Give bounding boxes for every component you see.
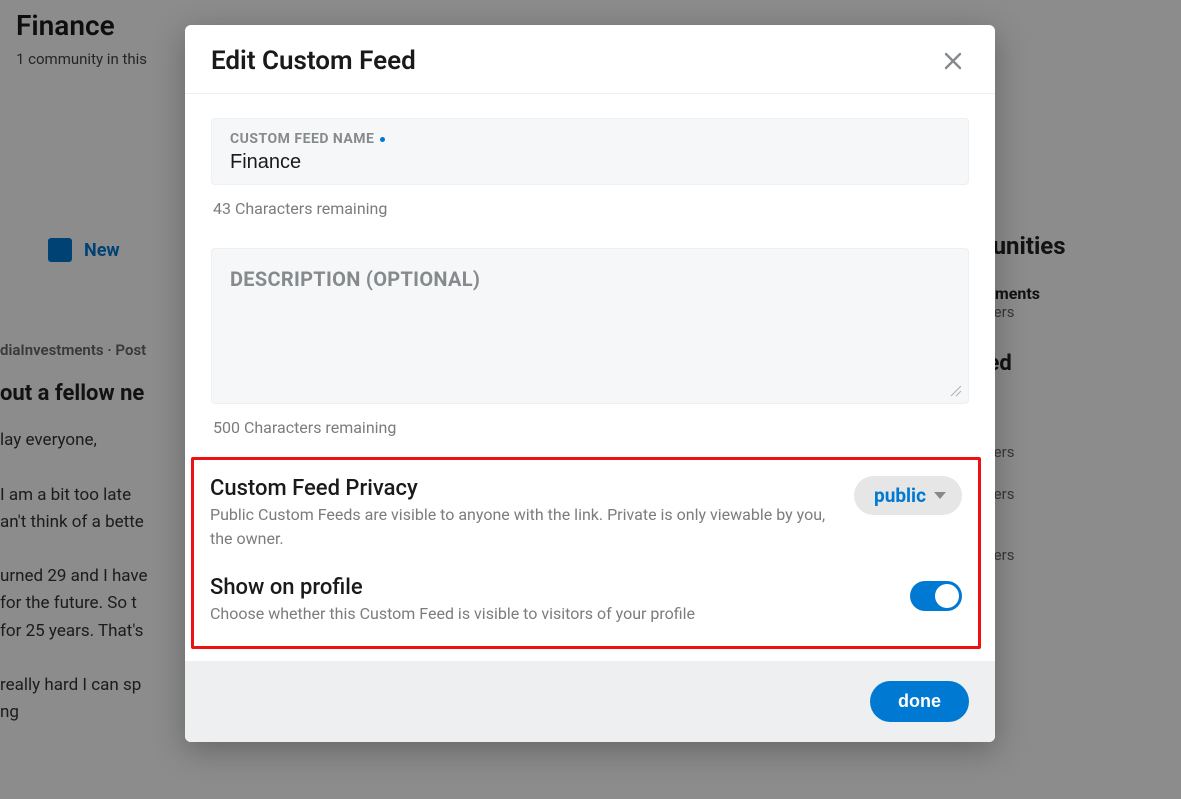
show-on-profile-toggle[interactable] [910, 581, 962, 611]
modal-header: Edit Custom Feed [185, 25, 995, 94]
resize-handle-icon [948, 383, 962, 397]
feed-name-input[interactable] [230, 147, 950, 174]
done-button[interactable]: done [870, 681, 969, 722]
modal-title: Edit Custom Feed [211, 46, 416, 76]
profile-desc: Choose whether this Custom Feed is visib… [210, 602, 886, 626]
privacy-dropdown[interactable]: public [854, 476, 962, 515]
feed-desc-placeholder: DESCRIPTION (OPTIONAL) [230, 267, 950, 291]
chevron-down-icon [934, 492, 946, 499]
close-icon [941, 49, 965, 73]
toggle-knob [935, 584, 959, 608]
privacy-setting-row: Custom Feed Privacy Public Custom Feeds … [210, 476, 962, 551]
feed-name-group[interactable]: CUSTOM FEED NAME [211, 118, 969, 185]
close-button[interactable] [937, 45, 969, 77]
feed-name-label: CUSTOM FEED NAME [230, 131, 950, 147]
modal-footer: done [185, 661, 995, 742]
profile-title: Show on profile [210, 575, 886, 600]
feed-desc-group[interactable]: DESCRIPTION (OPTIONAL) [211, 248, 969, 404]
feed-desc-charcount: 500 Characters remaining [213, 418, 969, 437]
edit-custom-feed-modal: Edit Custom Feed CUSTOM FEED NAME 43 Cha… [185, 25, 995, 742]
required-dot-icon [380, 137, 385, 142]
highlighted-settings: Custom Feed Privacy Public Custom Feeds … [191, 457, 981, 649]
privacy-title: Custom Feed Privacy [210, 476, 830, 501]
privacy-desc: Public Custom Feeds are visible to anyon… [210, 503, 830, 551]
privacy-value: public [874, 484, 926, 507]
modal-body: CUSTOM FEED NAME 43 Characters remaining… [185, 94, 995, 655]
feed-name-charcount: 43 Characters remaining [213, 199, 969, 218]
show-on-profile-row: Show on profile Choose whether this Cust… [210, 575, 962, 626]
